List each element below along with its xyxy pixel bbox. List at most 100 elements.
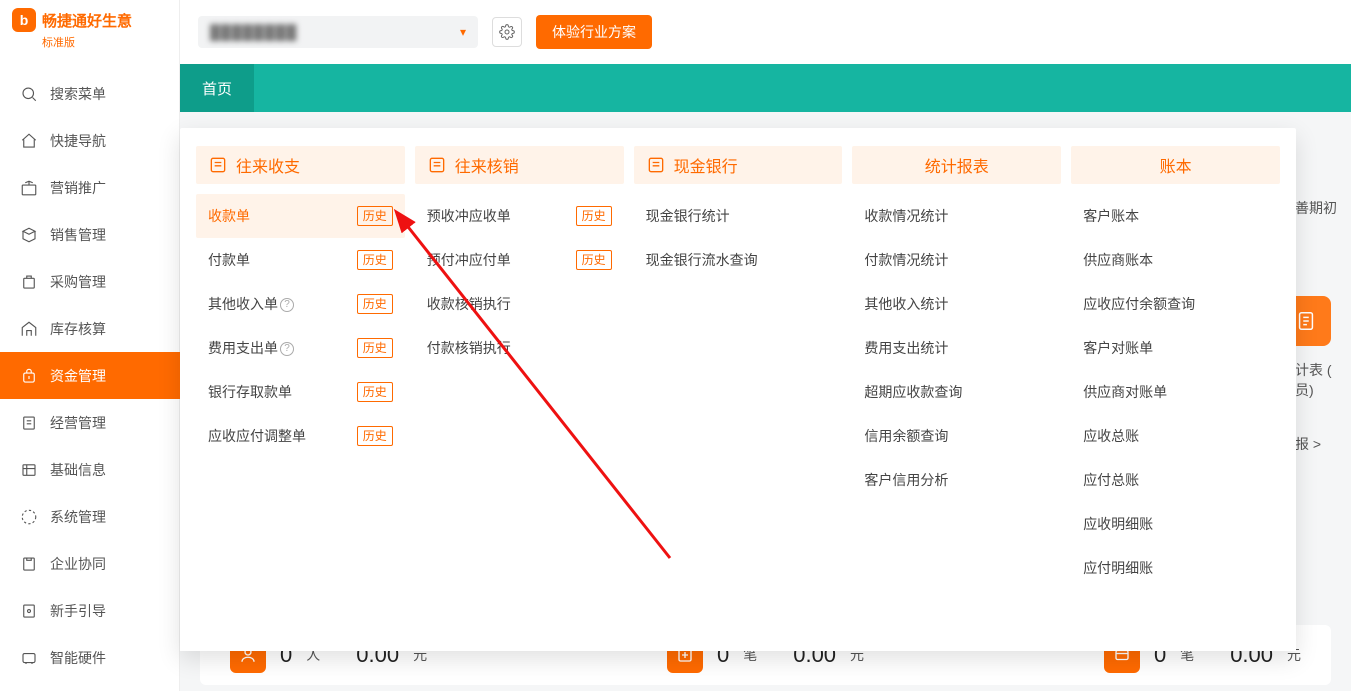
history-badge[interactable]: 历史 bbox=[357, 250, 393, 270]
mega-item-label: 应收应付调整单 bbox=[208, 426, 306, 446]
nav-icon-10 bbox=[20, 555, 38, 573]
nav-label: 采购管理 bbox=[50, 272, 106, 292]
mega-item-label: 应收应付余额查询 bbox=[1083, 294, 1195, 314]
nav-item-12[interactable]: 智能硬件 bbox=[0, 634, 179, 681]
help-icon: ? bbox=[280, 298, 294, 312]
mega-item-label: 应收明细账 bbox=[1083, 514, 1153, 534]
mega-item[interactable]: 现金银行流水查询 bbox=[634, 238, 843, 282]
mega-item[interactable]: 费用支出统计 bbox=[852, 326, 1061, 370]
mega-col-title: 往来核销 bbox=[455, 153, 519, 177]
mega-item[interactable]: 预付冲应付单历史 bbox=[415, 238, 624, 282]
nav-item-3[interactable]: 销售管理 bbox=[0, 211, 179, 258]
org-name: ████████ bbox=[210, 24, 297, 40]
nav-label: 销售管理 bbox=[50, 225, 106, 245]
nav-label: 系统管理 bbox=[50, 507, 106, 527]
mega-item-label: 现金银行统计 bbox=[646, 206, 730, 226]
org-selector[interactable]: ████████ ▾ bbox=[198, 16, 478, 48]
nav-icon-1 bbox=[20, 132, 38, 150]
nav-label: 搜索菜单 bbox=[50, 84, 106, 104]
mega-item[interactable]: 银行存取款单 历史 bbox=[196, 370, 405, 414]
mega-col-head: 现金银行 bbox=[634, 146, 843, 184]
mega-col-head: 统计报表 bbox=[852, 146, 1061, 184]
nav-label: 经营管理 bbox=[50, 413, 106, 433]
tab-home[interactable]: 首页 bbox=[180, 64, 254, 112]
mega-item[interactable]: 应付明细账 bbox=[1071, 546, 1280, 590]
mega-item[interactable]: 客户对账单 bbox=[1071, 326, 1280, 370]
mega-item[interactable]: 供应商对账单 bbox=[1071, 370, 1280, 414]
nav-label: 快捷导航 bbox=[50, 131, 106, 151]
mega-item-label: 应收总账 bbox=[1083, 426, 1139, 446]
mega-item[interactable]: 信用余额查询 bbox=[852, 414, 1061, 458]
document-icon bbox=[1295, 310, 1317, 332]
settings-button[interactable] bbox=[492, 17, 522, 47]
mega-item[interactable]: 其他收入统计 bbox=[852, 282, 1061, 326]
nav-item-11[interactable]: 新手引导 bbox=[0, 587, 179, 634]
nav-item-10[interactable]: 企业协同 bbox=[0, 540, 179, 587]
nav-label: 企业协同 bbox=[50, 554, 106, 574]
mega-item[interactable]: 付款情况统计 bbox=[852, 238, 1061, 282]
nav-item-6[interactable]: 资金管理 bbox=[0, 352, 179, 399]
mega-col-head: 往来收支 bbox=[196, 146, 405, 184]
nav-item-0[interactable]: 搜索菜单 bbox=[0, 70, 179, 117]
nav-label: 新手引导 bbox=[50, 601, 106, 621]
mega-item-label: 信用余额查询 bbox=[864, 426, 948, 446]
mega-item-label: 付款情况统计 bbox=[864, 250, 948, 270]
mega-item[interactable]: 现金银行统计 bbox=[634, 194, 843, 238]
nav-label: 营销推广 bbox=[50, 178, 106, 198]
nav-icon-3 bbox=[20, 226, 38, 244]
nav-icon-5 bbox=[20, 320, 38, 338]
mega-item-label: 银行存取款单 bbox=[208, 382, 292, 402]
nav-item-4[interactable]: 采购管理 bbox=[0, 258, 179, 305]
history-badge[interactable]: 历史 bbox=[357, 426, 393, 446]
history-badge[interactable]: 历史 bbox=[357, 338, 393, 358]
nav-item-5[interactable]: 库存核算 bbox=[0, 305, 179, 352]
mega-item[interactable]: 应收应付余额查询 bbox=[1071, 282, 1280, 326]
help-icon: ? bbox=[280, 342, 294, 356]
nav-item-8[interactable]: 基础信息 bbox=[0, 446, 179, 493]
mega-item[interactable]: 收款单历史 bbox=[196, 194, 405, 238]
nav-icon-8 bbox=[20, 461, 38, 479]
mega-item-label: 应付明细账 bbox=[1083, 558, 1153, 578]
mega-item[interactable]: 超期应收款查询 bbox=[852, 370, 1061, 414]
chevron-down-icon: ▾ bbox=[460, 25, 466, 39]
history-badge[interactable]: 历史 bbox=[357, 382, 393, 402]
topbar: ████████ ▾ 体验行业方案 bbox=[180, 0, 1351, 64]
logo: b 畅捷通好生意 标准版 bbox=[0, 0, 179, 64]
mega-item-label: 其他收入统计 bbox=[864, 294, 948, 314]
mega-item[interactable]: 收款核销执行 bbox=[415, 282, 624, 326]
nav-icon-12 bbox=[20, 649, 38, 667]
nav-icon-6 bbox=[20, 367, 38, 385]
mega-item[interactable]: 客户信用分析 bbox=[852, 458, 1061, 502]
history-badge[interactable]: 历史 bbox=[357, 206, 393, 226]
history-badge[interactable]: 历史 bbox=[357, 294, 393, 314]
history-badge[interactable]: 历史 bbox=[576, 206, 612, 226]
mega-item[interactable]: 付款核销执行 bbox=[415, 326, 624, 370]
nav-icon-7 bbox=[20, 414, 38, 432]
mega-item[interactable]: 供应商账本 bbox=[1071, 238, 1280, 282]
mega-item[interactable]: 应付总账 bbox=[1071, 458, 1280, 502]
history-badge[interactable]: 历史 bbox=[576, 250, 612, 270]
mega-item[interactable]: 费用支出单?历史 bbox=[196, 326, 405, 370]
nav-item-9[interactable]: 系统管理 bbox=[0, 493, 179, 540]
mega-item[interactable]: 收款情况统计 bbox=[852, 194, 1061, 238]
mega-item[interactable]: 预收冲应收单 历史 bbox=[415, 194, 624, 238]
mega-item[interactable]: 付款单历史 bbox=[196, 238, 405, 282]
nav-list: 搜索菜单快捷导航营销推广销售管理采购管理库存核算资金管理经营管理基础信息系统管理… bbox=[0, 64, 179, 687]
mega-col-2: 现金银行现金银行统计现金银行流水查询 bbox=[634, 146, 843, 621]
nav-item-2[interactable]: 营销推广 bbox=[0, 164, 179, 211]
mega-item[interactable]: 其他收入单?历史 bbox=[196, 282, 405, 326]
nav-icon-4 bbox=[20, 273, 38, 291]
mega-item-label: 预收冲应收单 bbox=[427, 206, 511, 226]
mega-item[interactable]: 应收明细账 bbox=[1071, 502, 1280, 546]
mega-item[interactable]: 客户账本 bbox=[1071, 194, 1280, 238]
nav-label: 基础信息 bbox=[50, 460, 106, 480]
mega-item-label: 供应商账本 bbox=[1083, 250, 1153, 270]
mega-col-title: 现金银行 bbox=[674, 153, 738, 177]
mega-item[interactable]: 应收总账 bbox=[1071, 414, 1280, 458]
mega-col-head: 往来核销 bbox=[415, 146, 624, 184]
mega-item[interactable]: 应收应付调整单 历史 bbox=[196, 414, 405, 458]
nav-item-1[interactable]: 快捷导航 bbox=[0, 117, 179, 164]
mega-item-label: 供应商对账单 bbox=[1083, 382, 1167, 402]
cta-button[interactable]: 体验行业方案 bbox=[536, 15, 652, 49]
nav-item-7[interactable]: 经营管理 bbox=[0, 399, 179, 446]
